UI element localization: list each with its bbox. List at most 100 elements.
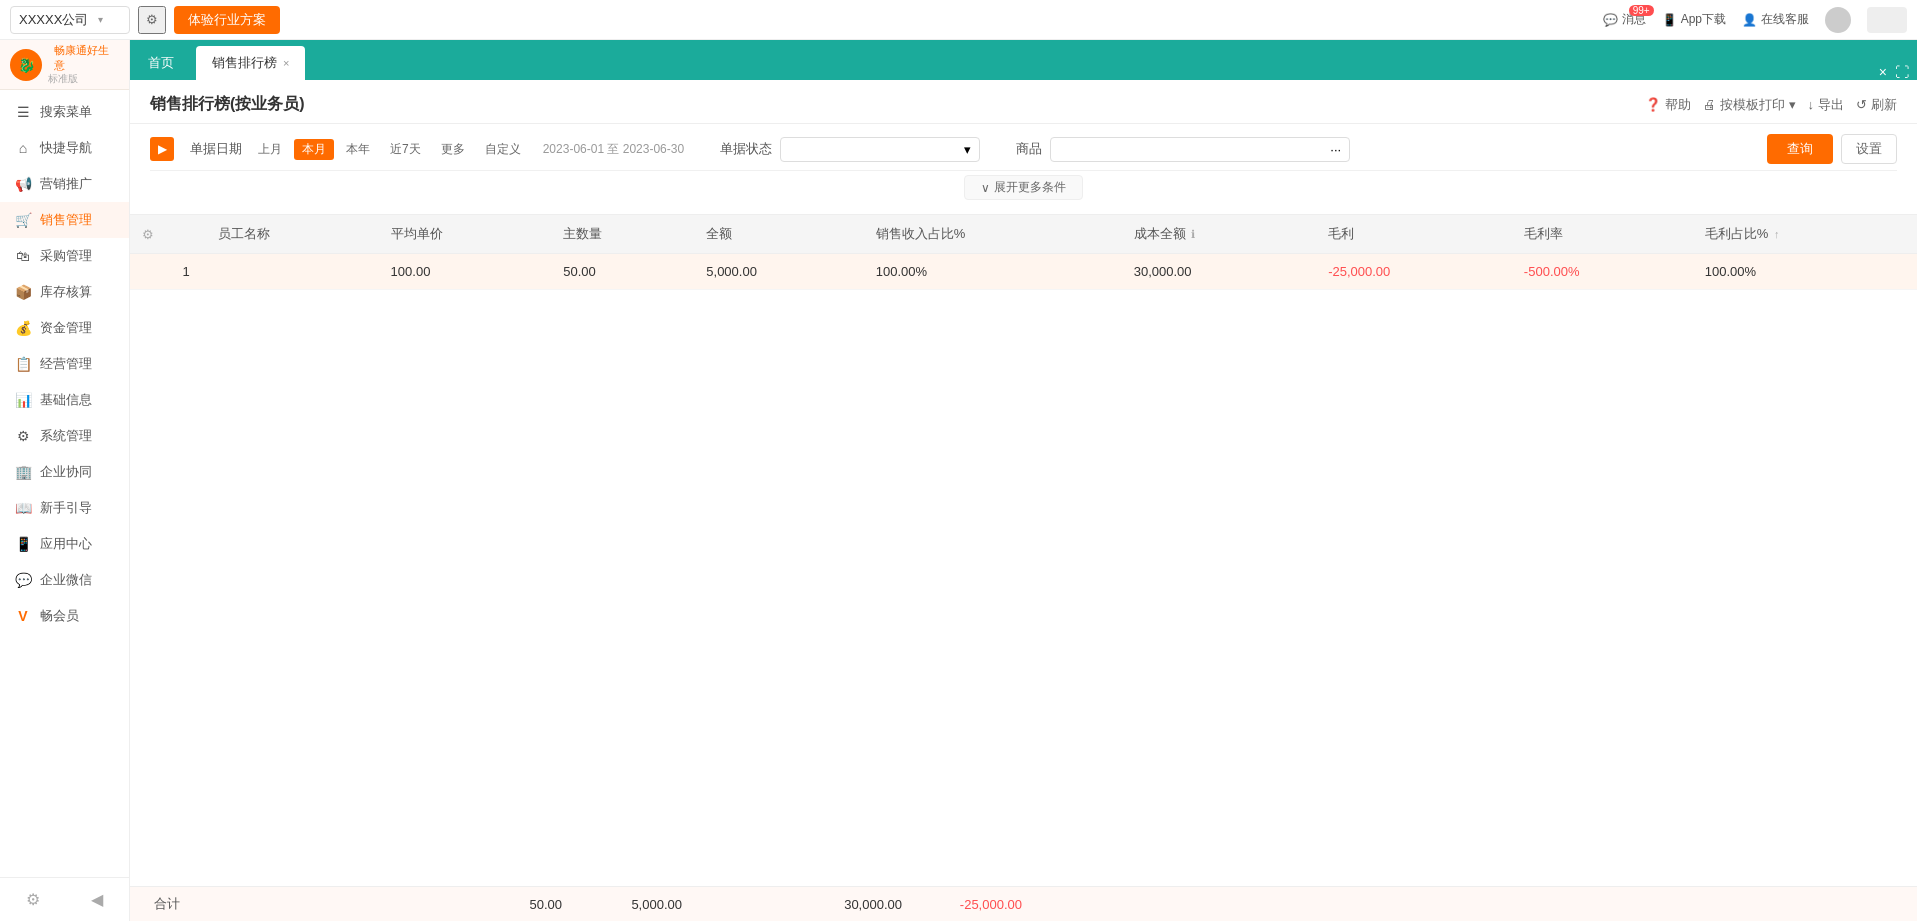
sidebar-item-base-info[interactable]: 📊 基础信息 <box>0 382 129 418</box>
company-name: XXXXX公司 <box>19 11 88 29</box>
query-button[interactable]: 查询 <box>1767 134 1833 164</box>
finance-icon: 💰 <box>14 320 32 336</box>
date-tab-this-month[interactable]: 本月 <box>294 139 334 160</box>
row-cost: 30,000.00 <box>1122 254 1316 290</box>
th-sales-pct: 销售收入占比% <box>864 215 1122 254</box>
industry-button[interactable]: 体验行业方案 <box>174 6 280 34</box>
tab-home[interactable]: 首页 <box>130 46 192 80</box>
goods-label: 商品 <box>1016 140 1042 158</box>
status-select[interactable]: ▾ <box>780 137 980 162</box>
app-center-icon: 📱 <box>14 536 32 552</box>
purchase-icon: 🛍 <box>14 248 32 264</box>
expand-conditions-button[interactable]: ∨ 展开更多条件 <box>964 175 1083 200</box>
row-amount: 5,000.00 <box>694 254 863 290</box>
sidebar-settings-button[interactable]: ⚙ <box>18 886 48 913</box>
cost-info-icon[interactable]: ℹ <box>1191 228 1195 240</box>
wechat-icon: 💬 <box>14 572 32 588</box>
sidebar-item-sales[interactable]: 🛒 销售管理 <box>0 202 129 238</box>
sidebar-item-guide[interactable]: 📖 新手引导 <box>0 490 129 526</box>
filter-status-item: 单据状态 ▾ <box>720 137 980 162</box>
sidebar-item-wechat[interactable]: 💬 企业微信 <box>0 562 129 598</box>
sidebar-collapse-button[interactable]: ◀ <box>83 886 111 913</box>
sidebar-item-system[interactable]: ⚙ 系统管理 <box>0 418 129 454</box>
tab-sales-ranking[interactable]: 销售排行榜 × <box>196 46 305 80</box>
refresh-button[interactable]: ↺ 刷新 <box>1856 96 1897 114</box>
quick-nav-icon: ⌂ <box>14 140 32 156</box>
table-body: 1 100.00 50.00 5,000.00 <box>130 254 1917 290</box>
date-tab-7days[interactable]: 近7天 <box>382 139 429 160</box>
goods-select[interactable]: ··· <box>1050 137 1350 162</box>
company-selector[interactable]: XXXXX公司 ▾ <box>10 6 130 34</box>
enterprise-icon: 🏢 <box>14 464 32 480</box>
sidebar-label-sales: 销售管理 <box>40 211 92 229</box>
print-chevron-icon: ▾ <box>1789 97 1796 112</box>
sidebar-label-guide: 新手引导 <box>40 499 92 517</box>
filter-toggle-button[interactable]: ▶ <box>150 137 174 161</box>
print-icon: 🖨 <box>1703 97 1716 112</box>
export-label: 导出 <box>1818 96 1844 114</box>
settings-button[interactable]: 设置 <box>1841 134 1897 164</box>
expand-label: 展开更多条件 <box>994 179 1066 196</box>
sidebar-item-enterprise[interactable]: 🏢 企业协同 <box>0 454 129 490</box>
help-icon: ❓ <box>1645 97 1661 112</box>
export-button[interactable]: ↓ 导出 <box>1808 96 1845 114</box>
online-service-button[interactable]: 👤 在线客服 <box>1742 11 1809 28</box>
footer-amount: 5,000.00 <box>562 897 682 912</box>
date-tab-more[interactable]: 更多 <box>433 139 473 160</box>
sidebar-item-member[interactable]: V 畅会员 <box>0 598 129 634</box>
footer-row: 合计 50.00 5,000.00 30,000.00 -25,000.00 <box>130 887 1917 921</box>
row-sales-pct: 100.00% <box>864 254 1122 290</box>
print-label: 按模板打印 <box>1720 96 1785 114</box>
message-button[interactable]: 💬 消息 99+ <box>1603 11 1646 28</box>
app-download-button[interactable]: 📱 App下载 <box>1662 11 1726 28</box>
date-label: 单据日期 <box>190 140 242 158</box>
logo-name: 畅康通好生意 <box>54 43 119 72</box>
avatar[interactable] <box>1825 7 1851 33</box>
row-qty: 50.00 <box>551 254 694 290</box>
refresh-label: 刷新 <box>1871 96 1897 114</box>
status-label: 单据状态 <box>720 140 772 158</box>
sidebar-label-purchase: 采购管理 <box>40 247 92 265</box>
sidebar-label-search-order: 搜索菜单 <box>40 103 92 121</box>
tab-window-max-icon[interactable]: ⛶ <box>1895 64 1909 80</box>
logo-icon: 🐉 <box>10 49 42 81</box>
tab-label: 销售排行榜 <box>212 54 277 72</box>
sidebar-item-inventory[interactable]: 📦 库存核算 <box>0 274 129 310</box>
sidebar-item-search-order[interactable]: ☰ 搜索菜单 <box>0 94 129 130</box>
date-tab-this-year[interactable]: 本年 <box>338 139 378 160</box>
settings-icon[interactable]: ⚙ <box>138 6 166 34</box>
table-row: 1 100.00 50.00 5,000.00 <box>130 254 1917 290</box>
sidebar-label-app-center: 应用中心 <box>40 535 92 553</box>
sidebar-item-marketing[interactable]: 📢 营销推广 <box>0 166 129 202</box>
th-profit-pct: 毛利占比% ↑ <box>1693 215 1917 254</box>
profit-pct-sort-icon[interactable]: ↑ <box>1774 228 1780 240</box>
help-button[interactable]: ❓ 帮助 <box>1645 96 1691 114</box>
footer-qty: 50.00 <box>462 897 562 912</box>
sidebar-label-operation: 经营管理 <box>40 355 92 373</box>
chevron-down-icon: ▾ <box>98 14 103 25</box>
inventory-icon: 📦 <box>14 284 32 300</box>
sidebar-label-finance: 资金管理 <box>40 319 92 337</box>
message-badge: 99+ <box>1629 5 1654 16</box>
sidebar-item-finance[interactable]: 💰 资金管理 <box>0 310 129 346</box>
row-profit-pct: 100.00% <box>1693 254 1917 290</box>
column-settings-icon[interactable]: ⚙ <box>142 227 154 242</box>
tab-close-icon[interactable]: × <box>283 57 289 69</box>
sidebar-item-purchase[interactable]: 🛍 采购管理 <box>0 238 129 274</box>
tab-window-close-icon[interactable]: × <box>1879 64 1887 80</box>
date-tab-last-month[interactable]: 上月 <box>250 139 290 160</box>
base-info-icon: 📊 <box>14 392 32 408</box>
sidebar-item-quick-nav[interactable]: ⌂ 快捷导航 <box>0 130 129 166</box>
date-tab-custom[interactable]: 自定义 <box>477 139 529 160</box>
print-button[interactable]: 🖨 按模板打印 ▾ <box>1703 96 1796 114</box>
goods-more-icon: ··· <box>1330 142 1341 157</box>
row-settings-col <box>130 254 166 290</box>
th-cost: 成本全额 ℹ <box>1122 215 1316 254</box>
table-header-row: ⚙ 员工名称 平均单价 主数量 全额 <box>130 215 1917 254</box>
filter-goods-item: 商品 ··· <box>1016 137 1350 162</box>
sidebar-item-app-center[interactable]: 📱 应用中心 <box>0 526 129 562</box>
service-icon: 👤 <box>1742 13 1757 27</box>
sidebar-label-system: 系统管理 <box>40 427 92 445</box>
app-icon: 📱 <box>1662 13 1677 27</box>
sidebar-item-operation[interactable]: 📋 经营管理 <box>0 346 129 382</box>
